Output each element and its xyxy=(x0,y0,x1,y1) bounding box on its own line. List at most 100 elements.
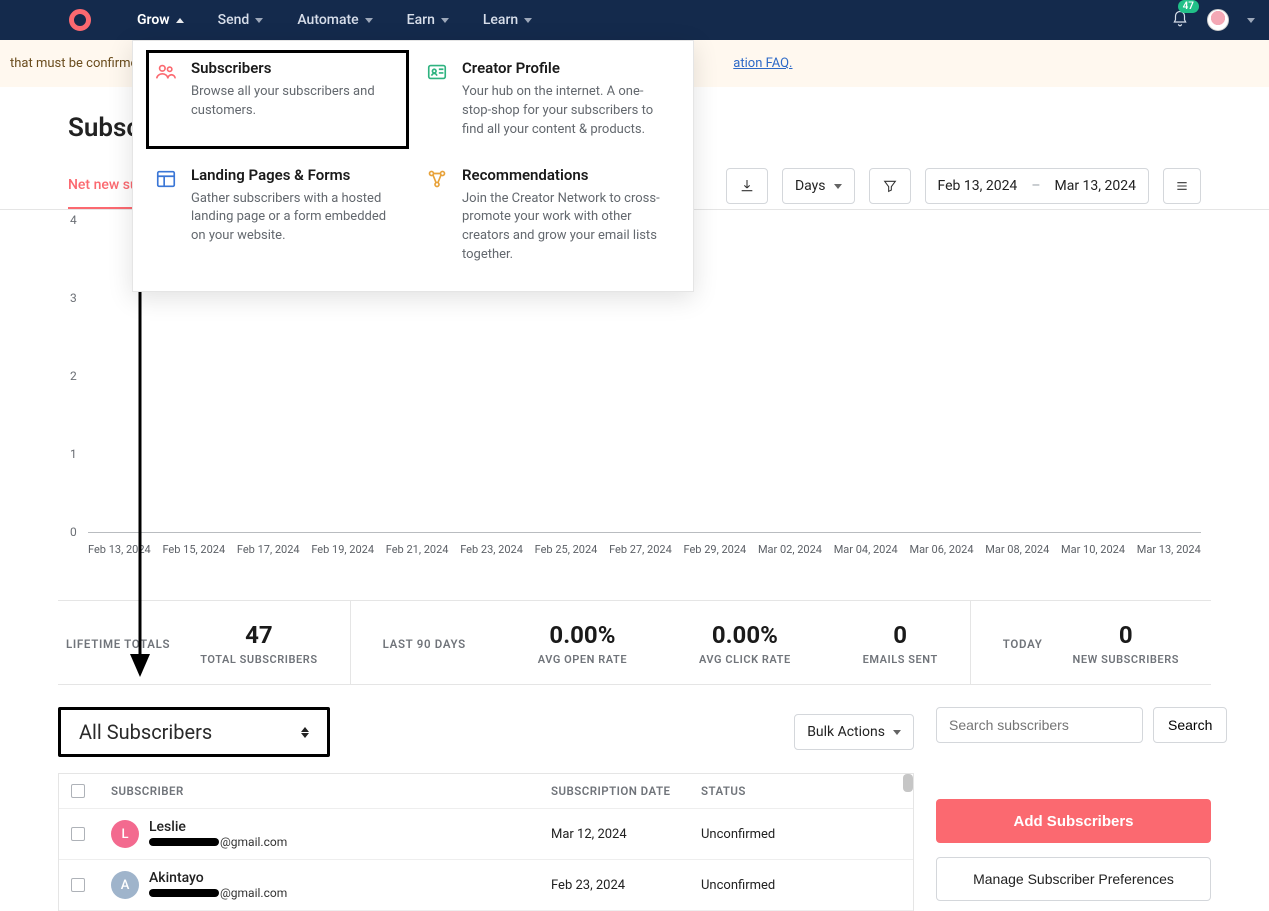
x-tick: Mar 08, 2024 xyxy=(985,543,1049,556)
chart-menu-button[interactable] xyxy=(1163,168,1201,204)
bulk-actions-label: Bulk Actions xyxy=(807,724,885,740)
bulk-actions-button[interactable]: Bulk Actions xyxy=(794,714,914,750)
download-button[interactable] xyxy=(726,168,768,204)
chevron-down-icon xyxy=(524,18,532,23)
row-checkbox[interactable] xyxy=(71,878,85,892)
dd-landing-pages[interactable]: Landing Pages & Forms Gather subscribers… xyxy=(155,166,400,265)
dd-subscribers-title: Subscribers xyxy=(191,59,396,77)
date-to: Mar 13, 2024 xyxy=(1055,178,1137,194)
dash: – xyxy=(1031,178,1040,194)
chevron-down-icon xyxy=(365,18,373,23)
granularity-label: Days xyxy=(795,178,826,194)
scrollbar[interactable] xyxy=(903,774,913,792)
th-status[interactable]: STATUS xyxy=(701,784,901,798)
manage-preferences-button[interactable]: Manage Subscriber Preferences xyxy=(936,857,1211,901)
x-tick: Feb 23, 2024 xyxy=(460,543,523,556)
segment-select[interactable]: All Subscribers xyxy=(58,707,330,757)
dd-recommendations[interactable]: Recommendations Join the Creator Network… xyxy=(426,166,671,265)
dd-recs-title: Recommendations xyxy=(462,166,671,184)
subscription-status: Unconfirmed xyxy=(701,878,901,893)
date-range-picker[interactable]: Feb 13, 2024 – Mar 13, 2024 xyxy=(925,168,1149,204)
x-tick: Mar 06, 2024 xyxy=(909,543,973,556)
x-tick: Feb 29, 2024 xyxy=(684,543,747,556)
x-tick: Mar 04, 2024 xyxy=(834,543,898,556)
subscriber-name: Akintayo xyxy=(149,870,287,886)
table-row[interactable]: LLeslie@gmail.comMar 12, 2024Unconfirmed xyxy=(59,809,913,860)
notice-link[interactable]: ation FAQ. xyxy=(733,56,792,71)
x-tick: Feb 15, 2024 xyxy=(162,543,225,556)
x-tick: Mar 13, 2024 xyxy=(1137,543,1201,556)
subscription-status: Unconfirmed xyxy=(701,827,901,842)
dd-creator-profile[interactable]: Creator Profile Your hub on the internet… xyxy=(426,59,671,140)
today-label: TODAY xyxy=(1003,637,1043,651)
chevron-down-icon xyxy=(893,730,901,735)
avatar: L xyxy=(111,820,139,848)
x-tick: Feb 13, 2024 xyxy=(88,543,151,556)
search-input[interactable] xyxy=(936,707,1143,743)
stat-new-subscribers: 0 NEW SUBSCRIBERS xyxy=(1073,621,1180,666)
people-icon xyxy=(155,61,177,83)
lifetime-label: LIFETIME TOTALS xyxy=(66,637,170,651)
th-date[interactable]: SUBSCRIPTION DATE xyxy=(551,784,701,798)
sort-icon xyxy=(301,727,309,738)
avatar[interactable] xyxy=(1207,9,1229,31)
notifications-button[interactable]: 47 xyxy=(1171,10,1189,30)
nav-automate[interactable]: Automate xyxy=(281,2,388,38)
subscriber-email: @gmail.com xyxy=(149,835,287,849)
network-icon xyxy=(426,168,448,190)
x-tick: Mar 02, 2024 xyxy=(758,543,822,556)
menu-icon xyxy=(1174,178,1190,194)
x-tick: Feb 17, 2024 xyxy=(237,543,300,556)
stat-click-rate: 0.00% AVG CLICK RATE xyxy=(699,621,791,666)
nav-earn[interactable]: Earn xyxy=(391,2,465,38)
filter-icon xyxy=(882,178,898,194)
table-header: SUBSCRIBER SUBSCRIPTION DATE STATUS xyxy=(59,774,913,809)
tab-net-new[interactable]: Net new su xyxy=(68,163,138,209)
date-from: Feb 13, 2024 xyxy=(938,178,1018,194)
dd-subscribers[interactable]: Subscribers Browse all your subscribers … xyxy=(155,59,400,140)
dd-recs-desc: Join the Creator Network to cross-promot… xyxy=(462,190,671,265)
last90-label: LAST 90 DAYS xyxy=(383,637,466,651)
id-card-icon xyxy=(426,61,448,83)
dd-creator-desc: Your hub on the internet. A one-stop-sho… xyxy=(462,83,671,140)
avatar: A xyxy=(111,871,139,899)
account-menu-chevron[interactable] xyxy=(1247,18,1255,23)
chevron-down-icon xyxy=(255,18,263,23)
stat-emails-sent: 0 EMAILS SENT xyxy=(863,621,938,666)
chart-controls: Days Feb 13, 2024 – Mar 13, 2024 xyxy=(726,168,1201,204)
row-checkbox[interactable] xyxy=(71,827,85,841)
table-row[interactable]: A Akintayo@gmail.com Feb 23, 2024Unconfirm… xyxy=(59,860,913,911)
top-nav: Grow Send Automate Earn Learn 47 Subscri… xyxy=(0,0,1269,40)
y-tick: 4 xyxy=(70,213,77,227)
filter-button[interactable] xyxy=(869,168,911,204)
dd-landing-title: Landing Pages & Forms xyxy=(191,166,400,184)
y-tick: 2 xyxy=(70,369,77,383)
add-subscribers-button[interactable]: Add Subscribers xyxy=(936,799,1211,843)
layout-icon xyxy=(155,168,177,190)
x-axis-ticks: Feb 13, 2024 Feb 15, 2024 Feb 17, 2024 Feb … xyxy=(88,543,1201,556)
search-button[interactable]: Search xyxy=(1153,707,1227,743)
y-tick: 0 xyxy=(70,525,77,539)
nav-grow[interactable]: Grow xyxy=(121,2,200,38)
chevron-up-icon xyxy=(176,18,184,23)
select-all-checkbox[interactable] xyxy=(71,784,85,798)
chevron-down-icon xyxy=(834,184,842,189)
th-subscriber[interactable]: SUBSCRIBER xyxy=(111,784,551,798)
stat-total-subscribers: 47 TOTAL SUBSCRIBERS xyxy=(200,621,317,666)
dd-landing-desc: Gather subscribers with a hosted landing… xyxy=(191,190,400,247)
lower-section: All Subscribers Bulk Actions SUBSCRIBER … xyxy=(58,707,1211,911)
subscriber-email: @gmail.com xyxy=(149,886,287,900)
nav-right: 47 xyxy=(1171,9,1255,31)
x-tick: Feb 27, 2024 xyxy=(609,543,672,556)
grow-dropdown: Subscribers Browse all your subscribers … xyxy=(132,40,694,292)
nav-send[interactable]: Send xyxy=(202,2,280,38)
y-tick: 1 xyxy=(70,447,77,461)
subscription-date: Feb 23, 2024 xyxy=(551,878,701,893)
subscriber-name: Leslie xyxy=(149,819,287,835)
segment-label: All Subscribers xyxy=(79,720,212,744)
x-tick: Feb 25, 2024 xyxy=(535,543,598,556)
nav-learn[interactable]: Learn xyxy=(467,2,548,38)
stats-bar: LIFETIME TOTALS 47 TOTAL SUBSCRIBERS LAS… xyxy=(58,600,1211,685)
notifications-badge: 47 xyxy=(1178,0,1199,13)
granularity-select[interactable]: Days xyxy=(782,168,855,204)
